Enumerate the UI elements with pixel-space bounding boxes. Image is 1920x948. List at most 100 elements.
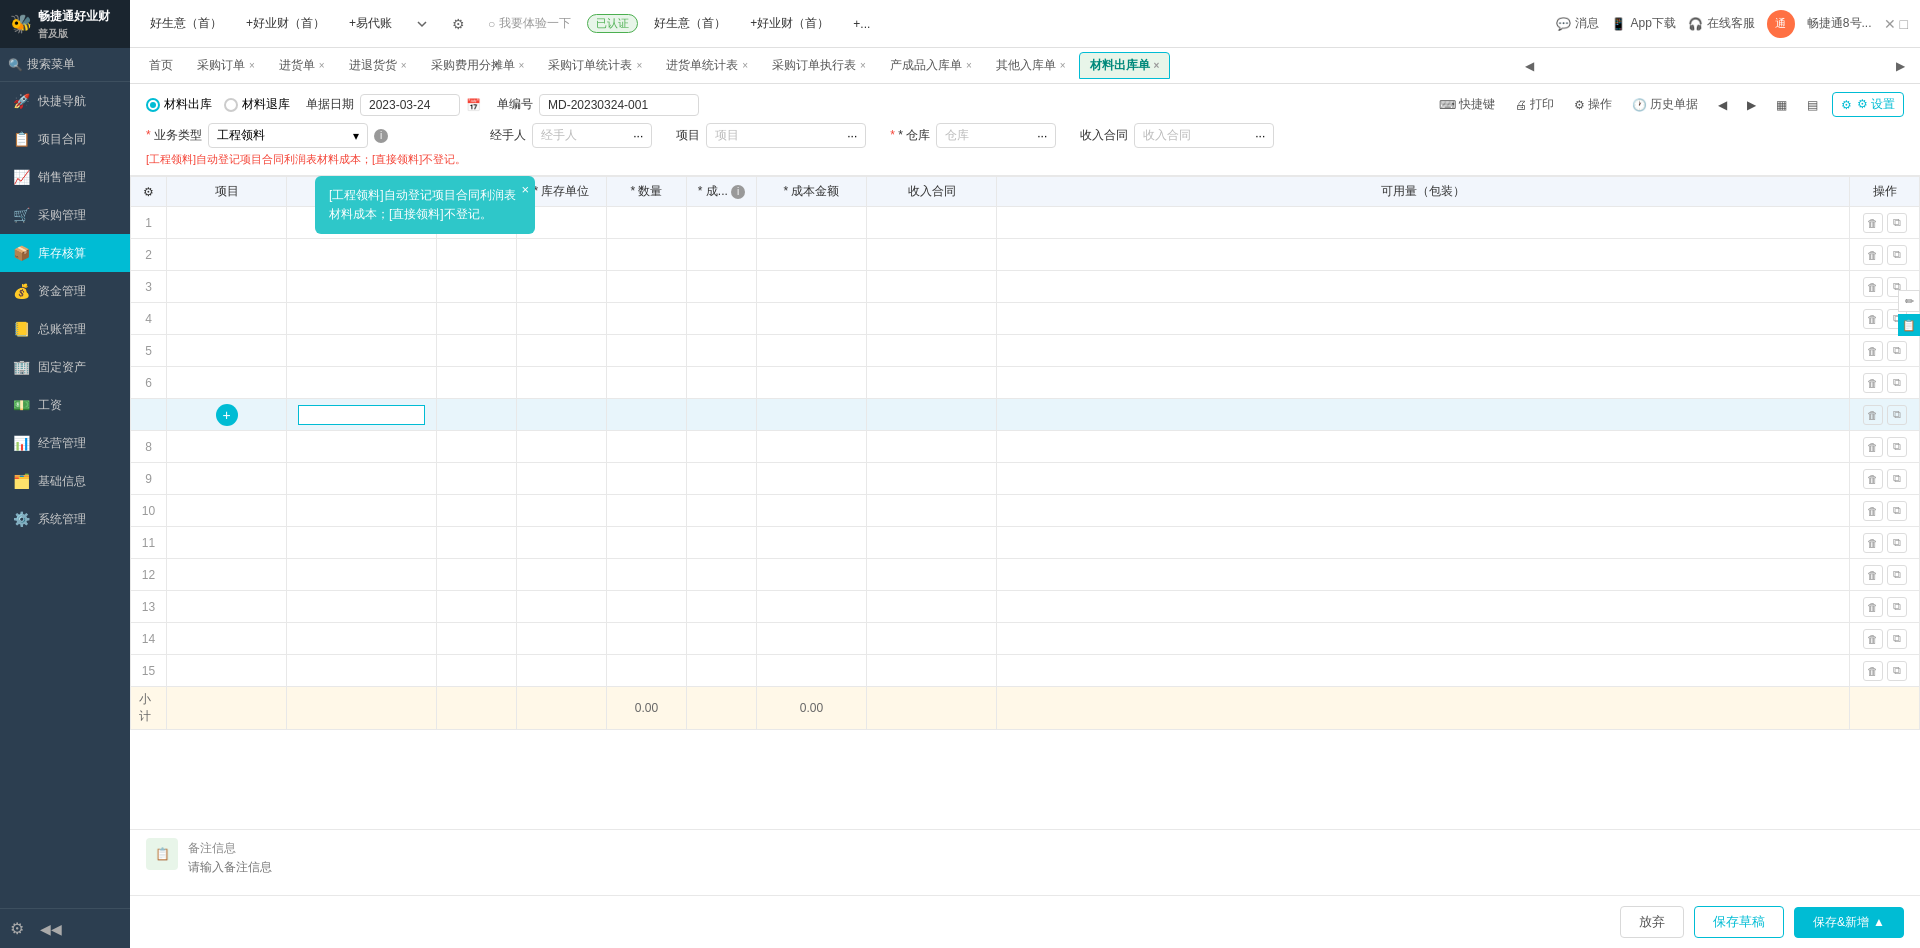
- row-available[interactable]: [997, 463, 1850, 495]
- sidebar-item-operation[interactable]: 📊 经营管理: [0, 424, 130, 462]
- delete-row-btn[interactable]: 🗑: [1863, 661, 1883, 681]
- row-income-contract[interactable]: [867, 527, 997, 559]
- row-unit[interactable]: [517, 463, 607, 495]
- row-unit[interactable]: [517, 495, 607, 527]
- row-qty[interactable]: [607, 207, 687, 239]
- copy-row-btn[interactable]: ⧉: [1887, 661, 1907, 681]
- row-income-contract[interactable]: [867, 367, 997, 399]
- copy-row-btn[interactable]: ⧉: [1887, 405, 1907, 425]
- row-spec[interactable]: [437, 431, 517, 463]
- row-available[interactable]: [997, 239, 1850, 271]
- copy-row-btn[interactable]: ⧉: [1887, 597, 1907, 617]
- row-material[interactable]: [287, 303, 437, 335]
- nav-good-business[interactable]: 好生意（首）: [142, 11, 230, 36]
- row-material[interactable]: [287, 431, 437, 463]
- row-spec[interactable]: [437, 591, 517, 623]
- row-material[interactable]: [287, 367, 437, 399]
- delete-row-btn[interactable]: 🗑: [1863, 629, 1883, 649]
- tab-home[interactable]: 首页: [138, 52, 184, 79]
- delete-row-btn[interactable]: 🗑: [1863, 501, 1883, 521]
- row-cost[interactable]: [687, 207, 757, 239]
- delete-row-btn[interactable]: 🗑: [1863, 245, 1883, 265]
- sidebar-item-purchase[interactable]: 🛒 采购管理: [0, 196, 130, 234]
- sidebar-search[interactable]: 🔍 搜索菜单: [0, 48, 130, 82]
- row-unit[interactable]: [517, 591, 607, 623]
- app-download-btn[interactable]: 📱 App下载: [1611, 15, 1675, 32]
- row-material[interactable]: [287, 271, 437, 303]
- row-cost[interactable]: [687, 335, 757, 367]
- message-btn[interactable]: 💬 消息: [1556, 15, 1599, 32]
- row-income-contract[interactable]: [867, 271, 997, 303]
- row-available[interactable]: [997, 335, 1850, 367]
- copy-row-btn[interactable]: ⧉: [1887, 341, 1907, 361]
- grid-view1-btn[interactable]: ▦: [1770, 95, 1793, 115]
- add-row-btn[interactable]: +: [216, 404, 238, 426]
- row-cost-amount[interactable]: [757, 335, 867, 367]
- row-cost-amount[interactable]: [757, 239, 867, 271]
- row-spec[interactable]: [437, 559, 517, 591]
- shortcut-btn[interactable]: ⌨ 快捷键: [1433, 93, 1501, 116]
- row-unit[interactable]: [517, 527, 607, 559]
- nav-good-finance2[interactable]: +好业财（首）: [742, 11, 837, 36]
- copy-row-btn[interactable]: ⧉: [1887, 629, 1907, 649]
- row-project[interactable]: [167, 623, 287, 655]
- row-qty[interactable]: [607, 399, 687, 431]
- tab-other-in[interactable]: 其他入库单 ×: [985, 52, 1077, 79]
- tab-purchase-return[interactable]: 进退货货 ×: [338, 52, 418, 79]
- row-spec[interactable]: [437, 335, 517, 367]
- row-income-contract[interactable]: [867, 591, 997, 623]
- sidebar-item-inventory[interactable]: 📦 库存核算: [0, 234, 130, 272]
- row-spec[interactable]: [437, 655, 517, 687]
- tab-close-btn[interactable]: ×: [742, 60, 748, 71]
- delete-row-btn[interactable]: 🗑: [1863, 405, 1883, 425]
- row-unit[interactable]: [517, 431, 607, 463]
- income-contract-select[interactable]: 收入合同 ···: [1134, 123, 1274, 148]
- row-cost-amount[interactable]: [757, 431, 867, 463]
- row-cost-amount[interactable]: [757, 623, 867, 655]
- row-cost[interactable]: [687, 463, 757, 495]
- row-material[interactable]: [287, 399, 437, 431]
- delete-row-btn[interactable]: 🗑: [1863, 565, 1883, 585]
- row-available[interactable]: [997, 271, 1850, 303]
- delete-row-btn[interactable]: 🗑: [1863, 597, 1883, 617]
- row-cost[interactable]: [687, 239, 757, 271]
- row-qty[interactable]: [607, 527, 687, 559]
- row-unit[interactable]: [517, 559, 607, 591]
- tab-close-btn[interactable]: ×: [860, 60, 866, 71]
- date-value[interactable]: 2023-03-24: [360, 94, 460, 116]
- tab-close-btn[interactable]: ×: [1154, 60, 1160, 71]
- right-panel-btn2[interactable]: 📋: [1898, 314, 1920, 336]
- copy-row-btn[interactable]: ⧉: [1887, 533, 1907, 553]
- nav-next-btn[interactable]: ▶: [1741, 95, 1762, 115]
- row-spec[interactable]: [437, 239, 517, 271]
- save-draft-btn[interactable]: 保存草稿: [1694, 906, 1784, 938]
- row-qty[interactable]: [607, 335, 687, 367]
- row-cost[interactable]: [687, 431, 757, 463]
- row-cost[interactable]: [687, 655, 757, 687]
- row-material[interactable]: [287, 591, 437, 623]
- delete-row-btn[interactable]: 🗑: [1863, 437, 1883, 457]
- settings-icon[interactable]: ⚙: [10, 919, 24, 938]
- row-qty[interactable]: [607, 271, 687, 303]
- row-income-contract[interactable]: [867, 303, 997, 335]
- row-qty[interactable]: [607, 431, 687, 463]
- row-spec[interactable]: [437, 527, 517, 559]
- col-gear[interactable]: ⚙: [131, 177, 167, 207]
- copy-row-btn[interactable]: ⧉: [1887, 373, 1907, 393]
- sidebar-item-shortcut[interactable]: 🚀 快捷导航: [0, 82, 130, 120]
- info-icon[interactable]: i: [374, 129, 388, 143]
- delete-row-btn[interactable]: 🗑: [1863, 213, 1883, 233]
- row-available[interactable]: [997, 559, 1850, 591]
- sidebar-item-salary[interactable]: 💵 工资: [0, 386, 130, 424]
- row-unit[interactable]: [517, 399, 607, 431]
- row-spec[interactable]: [437, 463, 517, 495]
- row-material[interactable]: [287, 559, 437, 591]
- row-cost[interactable]: [687, 399, 757, 431]
- row-spec[interactable]: [437, 399, 517, 431]
- row-qty[interactable]: [607, 239, 687, 271]
- row-unit[interactable]: [517, 623, 607, 655]
- row-cost-amount[interactable]: [757, 527, 867, 559]
- tab-finished-in[interactable]: 产成品入库单 ×: [879, 52, 983, 79]
- row-material[interactable]: [287, 623, 437, 655]
- row-project[interactable]: [167, 335, 287, 367]
